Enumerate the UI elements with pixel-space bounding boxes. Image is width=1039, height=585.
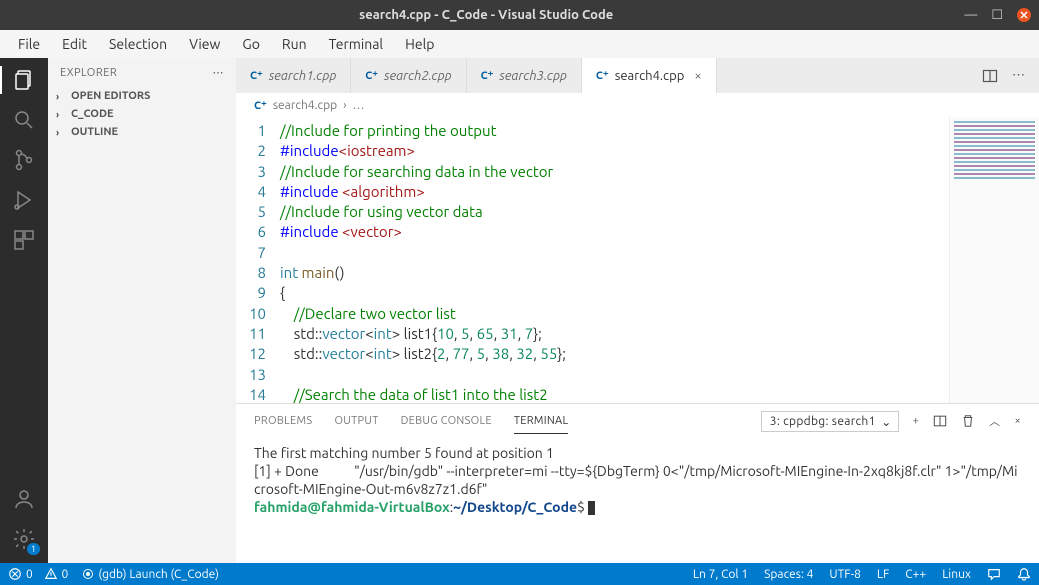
panel-tabs: PROBLEMS OUTPUT DEBUG CONSOLE TERMINAL 3…: [236, 404, 1039, 438]
split-editor-icon[interactable]: [982, 68, 998, 84]
menubar: File Edit Selection View Go Run Terminal…: [0, 30, 1039, 58]
chevron-right-icon: ›: [56, 127, 68, 138]
panel-tab-debug[interactable]: DEBUG CONSOLE: [401, 409, 492, 433]
more-actions-icon[interactable]: ⋯: [1012, 68, 1025, 83]
editor-body[interactable]: 1234567891011121314 //Include for printi…: [236, 117, 1039, 403]
status-feedback-icon[interactable]: [987, 567, 1001, 581]
menu-edit[interactable]: Edit: [52, 33, 97, 55]
chevron-right-icon: ›: [56, 109, 68, 120]
status-bar: 0 0 (gdb) Launch (C_Code) Ln 7, Col 1 Sp…: [0, 563, 1039, 585]
status-launch[interactable]: (gdb) Launch (C_Code): [82, 568, 219, 581]
menu-go[interactable]: Go: [232, 33, 269, 55]
tab-search4[interactable]: C⁺search4.cpp×: [582, 58, 717, 93]
close-icon[interactable]: [1017, 8, 1031, 22]
activity-bar: 1: [0, 58, 48, 563]
source-control-icon[interactable]: [10, 146, 38, 174]
editor-tabs: C⁺search1.cpp C⁺search2.cpp C⁺search3.cp…: [236, 58, 1039, 93]
code-content[interactable]: //Include for printing the output#includ…: [280, 117, 949, 403]
status-ln-col[interactable]: Ln 7, Col 1: [693, 568, 748, 581]
minimap[interactable]: [949, 117, 1039, 403]
menu-help[interactable]: Help: [395, 33, 444, 55]
maximize-icon[interactable]: ☐: [991, 8, 1003, 23]
bottom-panel: PROBLEMS OUTPUT DEBUG CONSOLE TERMINAL 3…: [236, 403, 1039, 563]
extensions-icon[interactable]: [10, 226, 38, 254]
titlebar: search4.cpp - C_Code - Visual Studio Cod…: [0, 0, 1039, 30]
sidebar-title: EXPLORER ⋯: [48, 58, 236, 87]
split-terminal-icon[interactable]: [933, 414, 947, 428]
cpp-file-icon: C⁺: [596, 69, 609, 82]
sidebar-folder[interactable]: ›C_CODE: [48, 105, 236, 123]
close-panel-icon[interactable]: ×: [1014, 415, 1021, 427]
status-encoding[interactable]: UTF-8: [829, 568, 860, 581]
line-numbers: 1234567891011121314: [236, 117, 280, 403]
settings-badge: 1: [27, 543, 40, 555]
tab-search3[interactable]: C⁺search3.cpp: [467, 58, 582, 93]
tab-search2[interactable]: C⁺search2.cpp: [351, 58, 466, 93]
menu-terminal[interactable]: Terminal: [319, 33, 394, 55]
menu-run[interactable]: Run: [272, 33, 317, 55]
cpp-file-icon: C⁺: [250, 69, 263, 82]
menu-file[interactable]: File: [8, 33, 50, 55]
status-os[interactable]: Linux: [942, 568, 971, 581]
cpp-file-icon: C⁺: [365, 69, 378, 82]
cpp-file-icon: C⁺: [254, 99, 267, 112]
minimize-icon[interactable]: —: [964, 8, 977, 22]
sidebar: EXPLORER ⋯ ›OPEN EDITORS ›C_CODE ›OUTLIN…: [48, 58, 236, 563]
panel-tab-terminal[interactable]: TERMINAL: [514, 409, 569, 434]
terminal-output[interactable]: The first matching number 5 found at pos…: [236, 438, 1039, 563]
tab-search1[interactable]: C⁺search1.cpp: [236, 58, 351, 93]
window-controls: — ☐: [964, 8, 1031, 23]
menu-view[interactable]: View: [179, 33, 230, 55]
status-bell-icon[interactable]: [1017, 567, 1031, 581]
maximize-panel-icon[interactable]: ︿: [989, 413, 1000, 429]
more-icon[interactable]: ⋯: [213, 66, 225, 79]
sidebar-outline[interactable]: ›OUTLINE: [48, 123, 236, 141]
window-title: search4.cpp - C_Code - Visual Studio Cod…: [8, 8, 964, 22]
breadcrumb[interactable]: C⁺ search4.cpp › …: [236, 93, 1039, 117]
status-eol[interactable]: LF: [877, 568, 889, 581]
run-debug-icon[interactable]: [10, 186, 38, 214]
settings-icon[interactable]: 1: [10, 525, 38, 553]
panel-tab-problems[interactable]: PROBLEMS: [254, 409, 312, 433]
status-spaces[interactable]: Spaces: 4: [764, 568, 813, 581]
terminal-cursor: [588, 501, 595, 515]
explorer-icon[interactable]: [10, 66, 38, 94]
new-terminal-icon[interactable]: +: [913, 415, 920, 427]
account-icon[interactable]: [10, 485, 38, 513]
sidebar-open-editors[interactable]: ›OPEN EDITORS: [48, 87, 236, 105]
status-lang[interactable]: C++: [905, 568, 926, 581]
close-tab-icon[interactable]: ×: [694, 69, 701, 83]
chevron-right-icon: ›: [56, 91, 68, 102]
terminal-select[interactable]: 3: cppdbg: search1: [761, 411, 899, 432]
menu-selection[interactable]: Selection: [99, 33, 177, 55]
trash-icon[interactable]: [961, 414, 975, 428]
search-icon[interactable]: [10, 106, 38, 134]
panel-tab-output[interactable]: OUTPUT: [334, 409, 378, 433]
status-errors[interactable]: 0 0: [8, 567, 68, 581]
editor-area: C⁺search1.cpp C⁺search2.cpp C⁺search3.cp…: [236, 58, 1039, 563]
cpp-file-icon: C⁺: [481, 69, 494, 82]
